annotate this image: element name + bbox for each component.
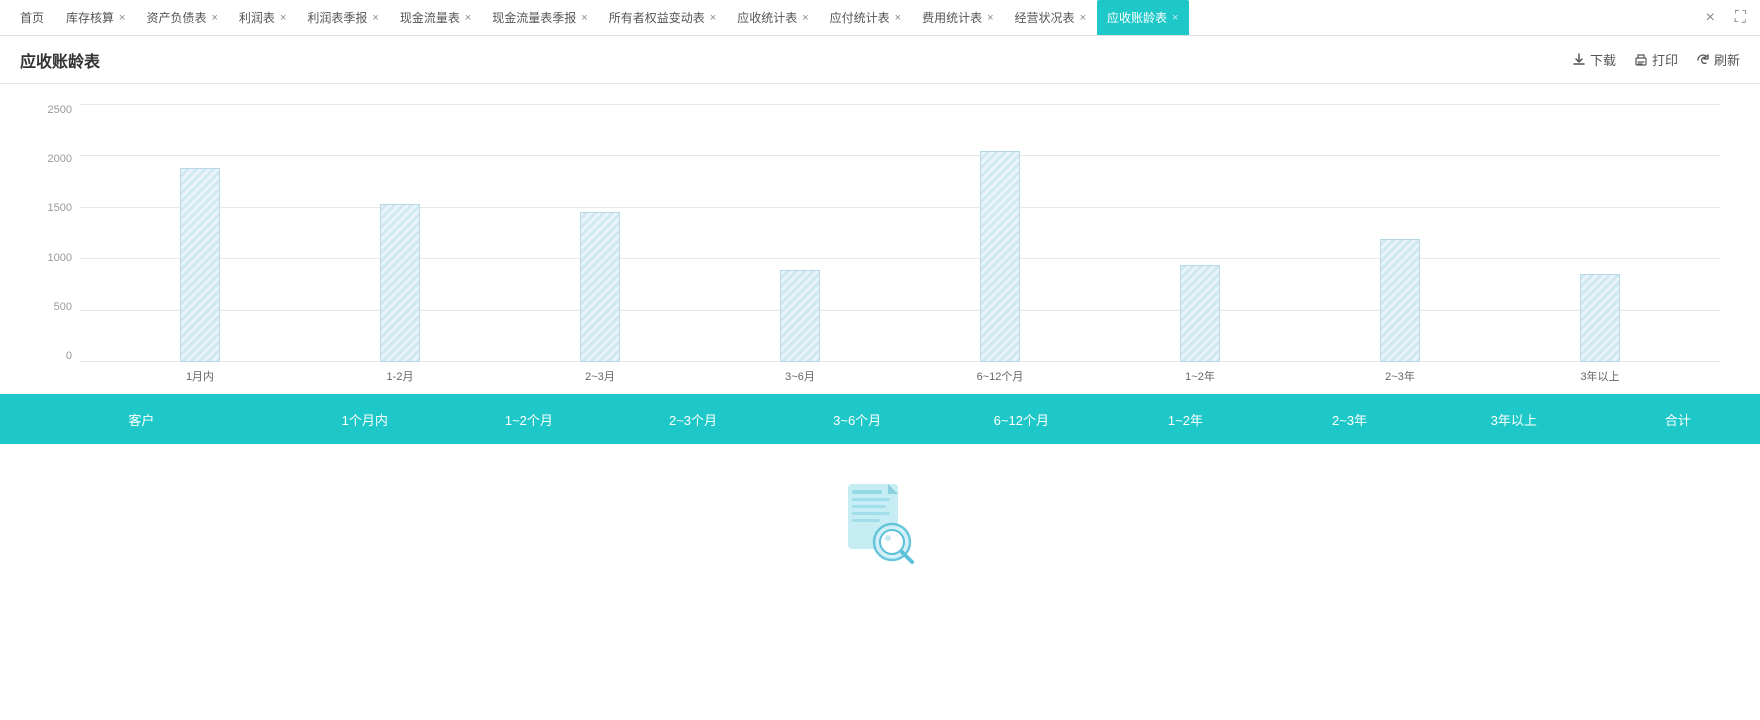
table-header-cell-2: 1~2个月 <box>447 410 611 429</box>
empty-state <box>0 444 1760 720</box>
table-header-cell-8: 3年以上 <box>1432 410 1596 429</box>
header-actions: 下载 打印 刷新 <box>1572 50 1740 69</box>
bar-group <box>780 270 820 362</box>
bar <box>780 270 820 362</box>
window-maximize-button[interactable]: ⛶ <box>1729 7 1752 29</box>
tab-close-profit[interactable]: × <box>280 12 286 24</box>
table-header-cell-6: 1~2年 <box>1103 410 1267 429</box>
tab-ar-aging[interactable]: 应收账龄表 × <box>1097 0 1189 36</box>
tab-expense-stats[interactable]: 费用统计表 × <box>912 0 1004 36</box>
tab-close-ap-stats[interactable]: × <box>895 12 901 24</box>
print-icon <box>1634 53 1648 67</box>
download-icon <box>1572 53 1586 67</box>
y-axis: 2500 2000 1500 1000 500 0 <box>40 104 80 384</box>
refresh-icon <box>1696 53 1710 67</box>
bar <box>1580 274 1620 362</box>
table-header-cell-1: 1个月内 <box>283 410 447 429</box>
table-header-cell-0: 客户 <box>0 410 283 429</box>
x-axis-label: 1月内 <box>170 368 230 384</box>
tab-close-balance[interactable]: × <box>211 12 217 24</box>
x-axis-label: 6~12个月 <box>970 368 1030 384</box>
bar-group <box>980 151 1020 362</box>
tab-close-inventory[interactable]: × <box>119 12 125 24</box>
tab-close-cashflow[interactable]: × <box>465 12 471 24</box>
tab-operation[interactable]: 经营状况表 × <box>1005 0 1097 36</box>
bar <box>980 151 1020 362</box>
bar <box>380 204 420 362</box>
bar-group <box>180 168 220 362</box>
tab-profit-quarterly[interactable]: 利润表季报 × <box>297 0 389 36</box>
tab-close-expense-stats[interactable]: × <box>987 12 993 24</box>
page-title: 应收账龄表 <box>20 48 100 72</box>
bar-group <box>1180 265 1220 362</box>
page-header: 应收账龄表 下载 打印 刷新 <box>0 36 1760 84</box>
bar-group <box>1380 239 1420 362</box>
x-axis-label: 2~3月 <box>570 368 630 384</box>
tab-close-ar-stats[interactable]: × <box>802 12 808 24</box>
tab-close-operation[interactable]: × <box>1080 12 1086 24</box>
tab-balance[interactable]: 资产负债表 × <box>136 0 228 36</box>
bar-group <box>580 212 620 362</box>
bar <box>1180 265 1220 362</box>
x-labels: 1月内 1-2月 2~3月 3~6月 6~12个月 1~2年 2~3年 3年以上 <box>80 362 1720 384</box>
print-button[interactable]: 打印 <box>1634 50 1678 69</box>
window-controls: × ⛶ <box>1699 7 1752 29</box>
tab-home[interactable]: 首页 <box>8 9 56 26</box>
x-axis-label: 3~6月 <box>770 368 830 384</box>
chart-area: 2500 2000 1500 1000 500 0 <box>0 84 1760 394</box>
table-header-cell-9: 合计 <box>1596 410 1760 429</box>
tab-equity[interactable]: 所有者权益变动表 × <box>599 0 727 36</box>
tab-close-profit-quarterly[interactable]: × <box>372 12 378 24</box>
bar-group <box>380 204 420 362</box>
x-axis-label: 1~2年 <box>1170 368 1230 384</box>
download-button[interactable]: 下载 <box>1572 50 1616 69</box>
bar <box>580 212 620 362</box>
tab-cashflow-quarterly[interactable]: 现金流量表季报 × <box>482 0 598 36</box>
bars-row <box>80 104 1720 362</box>
table-header: 客户1个月内1~2个月2~3个月3~6个月6~12个月1~2年2~3年3年以上合… <box>0 394 1760 444</box>
bar-chart: 2500 2000 1500 1000 500 0 <box>40 104 1720 384</box>
bar-group <box>1580 274 1620 362</box>
table-header-cell-3: 2~3个月 <box>611 410 775 429</box>
main-content: 2500 2000 1500 1000 500 0 <box>0 84 1760 720</box>
table-header-cell-5: 6~12个月 <box>939 410 1103 429</box>
x-axis-label: 1-2月 <box>370 368 430 384</box>
tab-ap-stats[interactable]: 应付统计表 × <box>820 0 912 36</box>
x-axis-label: 2~3年 <box>1370 368 1430 384</box>
window-close-button[interactable]: × <box>1699 7 1720 29</box>
table-header-cell-4: 3~6个月 <box>775 410 939 429</box>
table-header-cell-7: 2~3年 <box>1268 410 1432 429</box>
tab-cashflow[interactable]: 现金流量表 × <box>390 0 482 36</box>
tab-close-equity[interactable]: × <box>710 12 716 24</box>
tab-close-cashflow-quarterly[interactable]: × <box>581 12 587 24</box>
tab-profit[interactable]: 利润表 × <box>229 0 297 36</box>
empty-icon <box>830 474 930 574</box>
chart-plot: 1月内 1-2月 2~3月 3~6月 6~12个月 1~2年 2~3年 3年以上 <box>80 104 1720 384</box>
tab-inventory[interactable]: 库存核算 × <box>56 0 136 36</box>
tab-ar-stats[interactable]: 应收统计表 × <box>727 0 819 36</box>
tab-bar: 首页 库存核算 × 资产负债表 × 利润表 × 利润表季报 × 现金流量表 × … <box>0 0 1760 36</box>
bar <box>1380 239 1420 362</box>
tab-close-ar-aging[interactable]: × <box>1172 12 1178 24</box>
refresh-button[interactable]: 刷新 <box>1696 50 1740 69</box>
x-axis-label: 3年以上 <box>1570 368 1630 384</box>
bar <box>180 168 220 362</box>
